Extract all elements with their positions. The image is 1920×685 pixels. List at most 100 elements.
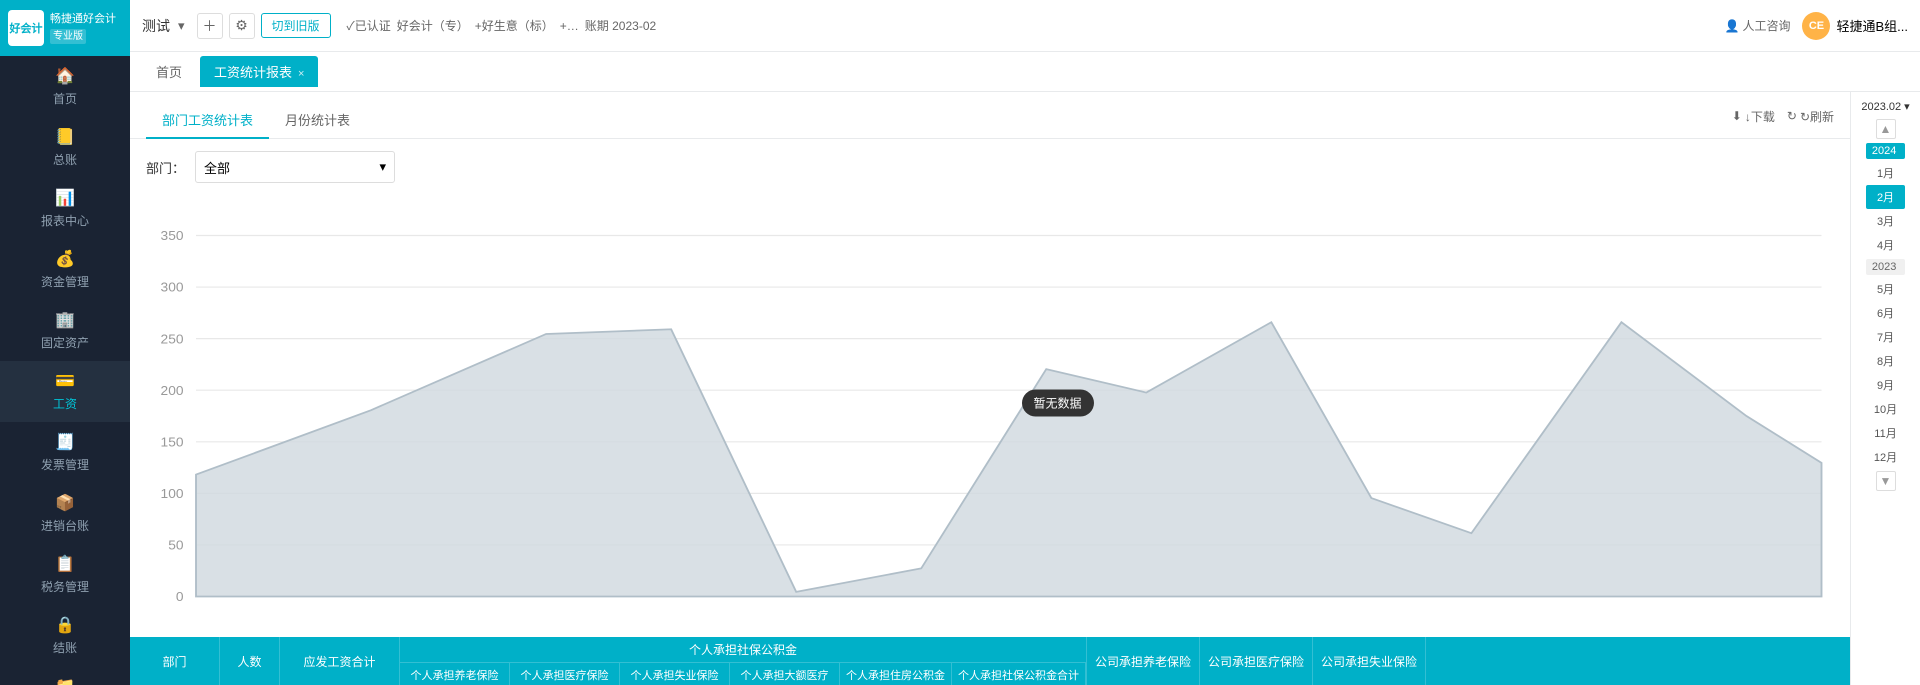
sidebar-item-tax[interactable]: 📋税务管理 xyxy=(0,544,130,605)
help-label: 人工咨询 xyxy=(1742,17,1790,34)
logo-sub: 专业版 xyxy=(50,29,86,44)
topbar: 测试 ▾ ＋ ⚙ 切到旧版 ✓已认证好会计（专）+好生意（标）+…账期 2023… xyxy=(130,0,1920,52)
table-col-人数: 人数 xyxy=(220,637,280,685)
table-col-个人承担养老保险: 个人承担养老保险 xyxy=(400,663,510,685)
sidebar-label-closing: 结账 xyxy=(53,639,77,656)
group-header-personal: 个人承担社保公积金 xyxy=(400,637,1086,663)
logo-icon: 好会计 xyxy=(8,10,44,46)
month-item-2023-5月[interactable]: 5月 xyxy=(1866,277,1905,301)
sidebar-label-assets: 固定资产 xyxy=(41,334,89,351)
month-item-2023-9月[interactable]: 9月 xyxy=(1866,373,1905,397)
current-date-label: 2023.02 xyxy=(1861,101,1901,113)
add-button[interactable]: ＋ xyxy=(197,13,223,39)
svg-text:100: 100 xyxy=(161,486,184,501)
invoices-icon: 🧾 xyxy=(55,432,75,452)
sidebar-item-assets[interactable]: 🏢 固定资产 xyxy=(0,300,130,361)
help-icon: 👤 xyxy=(1725,19,1740,33)
date-panel-header[interactable]: 2023.02 ▾ xyxy=(1855,96,1915,117)
sidebar-item-archive[interactable]: 📁归档管理 xyxy=(0,666,130,685)
month-item-2023-11月[interactable]: 11月 xyxy=(1866,421,1905,445)
home-icon: 🏠 xyxy=(55,66,75,86)
main-content: 测试 ▾ ＋ ⚙ 切到旧版 ✓已认证好会计（专）+好生意（标）+…账期 2023… xyxy=(130,0,1920,685)
subtab-bar: 部门工资统计表月份统计表 ⬇ ↓下载 ↻ ↻刷新 xyxy=(130,92,1850,139)
tab-close-salary-report[interactable]: × xyxy=(298,68,304,80)
sidebar-item-ledger[interactable]: 📒 总账 xyxy=(0,117,130,178)
settings-button[interactable]: ⚙ xyxy=(229,13,255,39)
table-col-group-personal: 个人承担社保公积金个人承担养老保险个人承担医疗保险个人承担失业保险个人承担大额医… xyxy=(400,637,1087,685)
month-item-2023-10月[interactable]: 10月 xyxy=(1866,397,1905,421)
sidebar-label-invoices: 发票管理 xyxy=(41,456,89,473)
topbar-tag-4: 账期 2023-02 xyxy=(585,17,656,34)
user-name: 轻捷通B组... xyxy=(1836,16,1908,35)
chart-container: 350 300 250 200 150 100 50 0 xyxy=(146,205,1834,627)
topbar-tags: ✓已认证好会计（专）+好生意（标）+…账期 2023-02 xyxy=(347,17,657,34)
download-icon: ⬇ xyxy=(1732,109,1742,123)
month-item-2024-2月[interactable]: 2月 xyxy=(1866,185,1905,209)
refresh-label: ↻刷新 xyxy=(1800,108,1834,125)
table-col-应发工资合计: 应发工资合计 xyxy=(280,637,400,685)
content-area: 部门工资统计表月份统计表 ⬇ ↓下载 ↻ ↻刷新 部门： 全部 xyxy=(130,92,1920,685)
sidebar-label-home: 首页 xyxy=(53,90,77,107)
table-col-个人承担住房公积金: 个人承担住房公积金 xyxy=(840,663,952,685)
sidebar-item-purchases[interactable]: 📦进销台账 xyxy=(0,483,130,544)
table-col-个人承担大额医疗: 个人承担大额医疗 xyxy=(730,663,840,685)
user-menu[interactable]: CE 轻捷通B组... xyxy=(1802,12,1908,40)
download-label: ↓下载 xyxy=(1745,108,1775,125)
ledger-icon: 📒 xyxy=(55,127,75,147)
dept-select[interactable]: 全部 ▾ xyxy=(195,151,395,183)
topbar-tag-3: +… xyxy=(560,19,579,33)
subtab-left: 部门工资统计表月份统计表 xyxy=(146,102,366,138)
month-item-2023-8月[interactable]: 8月 xyxy=(1866,349,1905,373)
date-down-button[interactable]: ▼ xyxy=(1876,471,1896,491)
month-item-2024-1月[interactable]: 1月 xyxy=(1866,161,1905,185)
topbar-dropdown[interactable]: ▾ xyxy=(178,18,185,34)
logo: 好会计 畅捷通好会计 专业版 xyxy=(0,0,130,56)
avatar: CE xyxy=(1802,12,1830,40)
dept-select-value: 全部 xyxy=(204,158,230,177)
sidebar-item-funds[interactable]: 💰资金管理 xyxy=(0,239,130,300)
topbar-tag-0: ✓已认证 xyxy=(347,17,391,34)
month-item-2023-12月[interactable]: 12月 xyxy=(1866,445,1905,469)
month-item-2024-3月[interactable]: 3月 xyxy=(1866,209,1905,233)
sidebar-nav: 🏠首页📒总账📊报表中心💰资金管理🏢固定资产💳工资🧾发票管理📦进销台账📋税务管理🔒… xyxy=(0,56,130,685)
month-item-2024-4月[interactable]: 4月 xyxy=(1866,233,1905,257)
purchases-icon: 📦 xyxy=(55,493,75,513)
sidebar-item-invoices[interactable]: 🧾 发票管理 xyxy=(0,422,130,483)
sidebar-label-tax: 税务管理 xyxy=(41,578,89,595)
sidebar-item-closing[interactable]: 🔒 结账 xyxy=(0,605,130,666)
download-button[interactable]: ⬇ ↓下载 xyxy=(1732,108,1775,125)
svg-text:300: 300 xyxy=(161,280,184,295)
svg-text:0: 0 xyxy=(176,590,184,605)
salary-icon: 💳 xyxy=(55,371,75,391)
logo-text: 畅捷通好会计 专业版 xyxy=(50,12,116,43)
svg-text:350: 350 xyxy=(161,229,184,244)
subtab-monthly[interactable]: 月份统计表 xyxy=(269,102,366,139)
refresh-icon: ↻ xyxy=(1787,109,1797,123)
sidebar-label-funds: 资金管理 xyxy=(41,273,89,290)
closing-icon: 🔒 xyxy=(55,615,75,635)
filter-bar: 部门： 全部 ▾ xyxy=(130,139,1850,195)
assets-icon: 🏢 xyxy=(55,310,75,330)
sidebar-item-salary[interactable]: 💳工资 xyxy=(0,361,130,422)
legacy-button[interactable]: 切到旧版 xyxy=(261,13,331,38)
sidebar-item-home[interactable]: 🏠 首页 xyxy=(0,56,130,117)
topbar-title: 测试 xyxy=(142,16,170,36)
tab-home[interactable]: 首页 xyxy=(142,56,196,87)
month-item-2023-7月[interactable]: 7月 xyxy=(1866,325,1905,349)
year-label-2023[interactable]: 2023 xyxy=(1866,259,1905,275)
year-label-2024[interactable]: 2024 xyxy=(1866,143,1905,159)
date-up-button[interactable]: ▲ xyxy=(1876,119,1896,139)
help-button[interactable]: 👤 人工咨询 xyxy=(1725,17,1791,34)
month-item-2023-6月[interactable]: 6月 xyxy=(1866,301,1905,325)
tab-salary-report[interactable]: 工资统计报表× xyxy=(200,56,318,87)
subtab-dept[interactable]: 部门工资统计表 xyxy=(146,102,269,139)
refresh-button[interactable]: ↻ ↻刷新 xyxy=(1787,108,1834,125)
chart-area: 350 300 250 200 150 100 50 0 xyxy=(130,195,1850,637)
bottom-table: 部门人数应发工资合计个人承担社保公积金个人承担养老保险个人承担医疗保险个人承担失… xyxy=(130,637,1850,685)
subtab-right: ⬇ ↓下载 ↻ ↻刷新 xyxy=(1732,108,1834,133)
tabbar: 首页工资统计报表× xyxy=(130,52,1920,92)
sidebar-item-reports[interactable]: 📊报表中心 xyxy=(0,178,130,239)
svg-text:150: 150 xyxy=(161,435,184,450)
sidebar-label-ledger: 总账 xyxy=(53,151,77,168)
topbar-tag-1: 好会计（专） xyxy=(397,17,469,34)
